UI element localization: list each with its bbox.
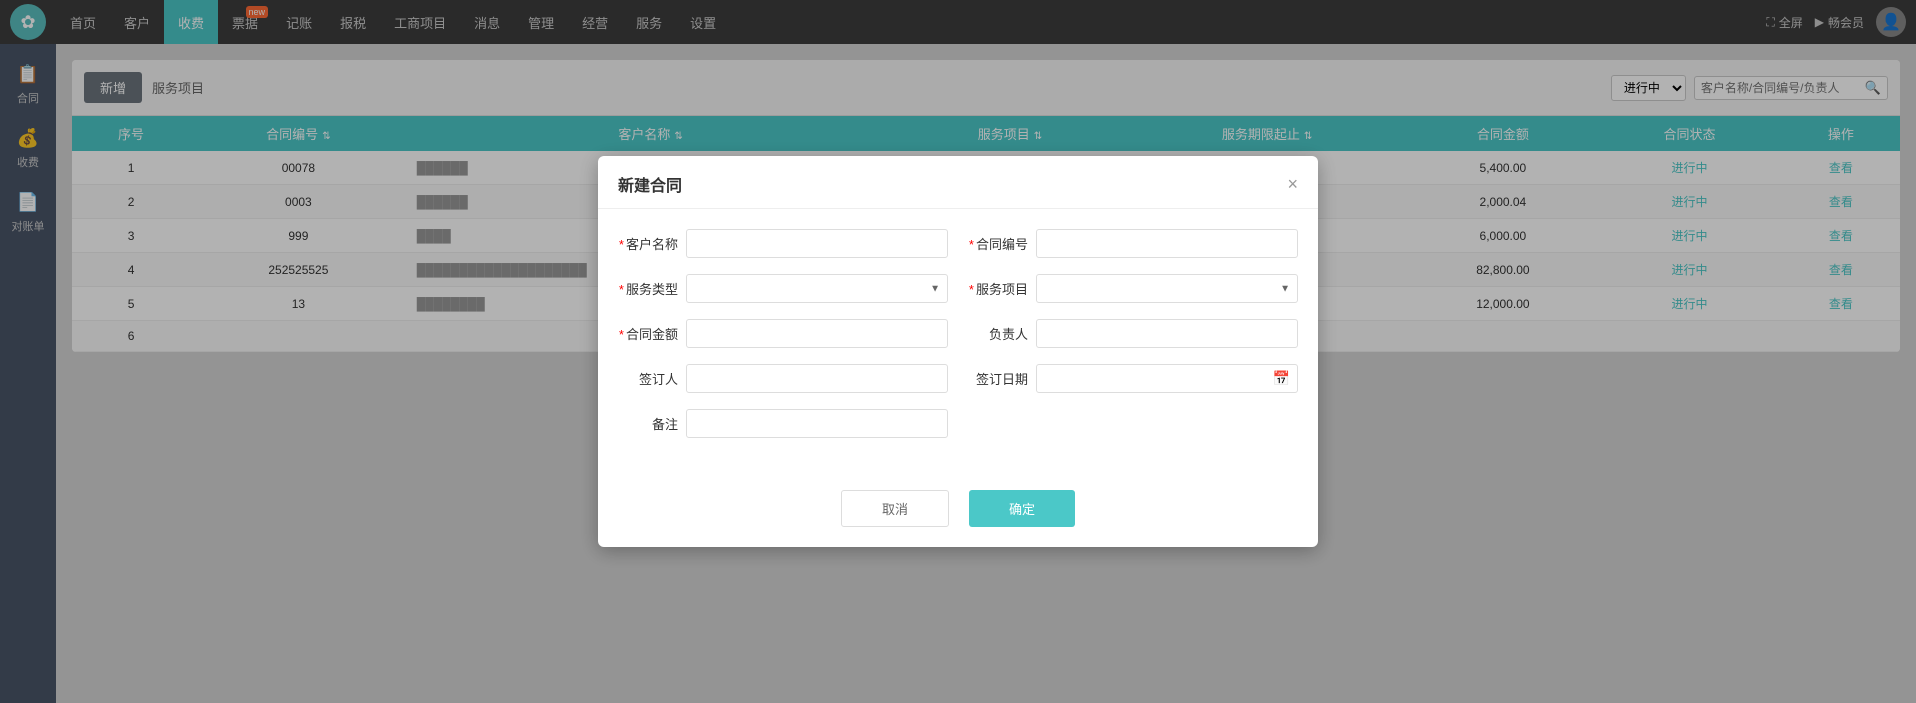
form-group-sign-date: 签订日期 2023-06-06 📅: [968, 364, 1298, 393]
form-group-service-item: *服务项目: [968, 274, 1298, 303]
form-group-responsible: 负责人: [968, 319, 1298, 348]
modal-close-button[interactable]: ×: [1287, 175, 1298, 193]
contract-no-label: *合同编号: [968, 234, 1028, 253]
modal-header: 新建合同 ×: [598, 156, 1318, 209]
form-row-2: *服务类型 *服务项目: [618, 274, 1298, 303]
form-group-contract-no: *合同编号: [968, 229, 1298, 258]
form-group-amount: *合同金额 0.00: [618, 319, 948, 348]
form-group-service-type: *服务类型: [618, 274, 948, 303]
service-type-label: *服务类型: [618, 279, 678, 298]
cancel-button[interactable]: 取消: [841, 490, 949, 527]
form-row-4: 签订人 签订日期 2023-06-06 📅: [618, 364, 1298, 393]
service-item-select-wrapper: [1036, 274, 1298, 303]
contract-no-input[interactable]: [1036, 229, 1298, 258]
form-row-3: *合同金额 0.00 负责人: [618, 319, 1298, 348]
customer-name-label: *客户名称: [618, 234, 678, 253]
contract-amount-label: *合同金额: [618, 324, 678, 343]
form-row-1: *客户名称 *合同编号: [618, 229, 1298, 258]
calendar-icon[interactable]: 📅: [1273, 370, 1290, 387]
responsible-input[interactable]: [1036, 319, 1298, 348]
modal-body: *客户名称 *合同编号 *服务类型 *服务项目: [598, 209, 1318, 474]
notes-label: 备注: [618, 414, 678, 433]
service-type-select-wrapper: [686, 274, 948, 303]
signer-input[interactable]: [686, 364, 948, 393]
notes-input[interactable]: [686, 409, 948, 438]
sign-date-input[interactable]: 2023-06-06: [1036, 364, 1298, 393]
form-group-customer-name: *客户名称: [618, 229, 948, 258]
customer-name-input[interactable]: [686, 229, 948, 258]
new-contract-modal: 新建合同 × *客户名称 *合同编号 *服务类型: [598, 156, 1318, 547]
modal-overlay: 新建合同 × *客户名称 *合同编号 *服务类型: [0, 0, 1916, 703]
form-group-placeholder: [968, 409, 1298, 438]
signer-label: 签订人: [618, 369, 678, 388]
form-group-signer: 签订人: [618, 364, 948, 393]
sign-date-wrapper: 2023-06-06 📅: [1036, 364, 1298, 393]
responsible-label: 负责人: [968, 324, 1028, 343]
service-type-select[interactable]: [686, 274, 948, 303]
contract-amount-input[interactable]: 0.00: [686, 319, 948, 348]
form-row-5: 备注: [618, 409, 1298, 438]
service-item-select[interactable]: [1036, 274, 1298, 303]
modal-title: 新建合同: [618, 172, 682, 196]
confirm-button[interactable]: 确定: [969, 490, 1075, 527]
sign-date-label: 签订日期: [968, 369, 1028, 388]
form-group-notes: 备注: [618, 409, 948, 438]
service-item-label: *服务项目: [968, 279, 1028, 298]
modal-footer: 取消 确定: [598, 474, 1318, 547]
